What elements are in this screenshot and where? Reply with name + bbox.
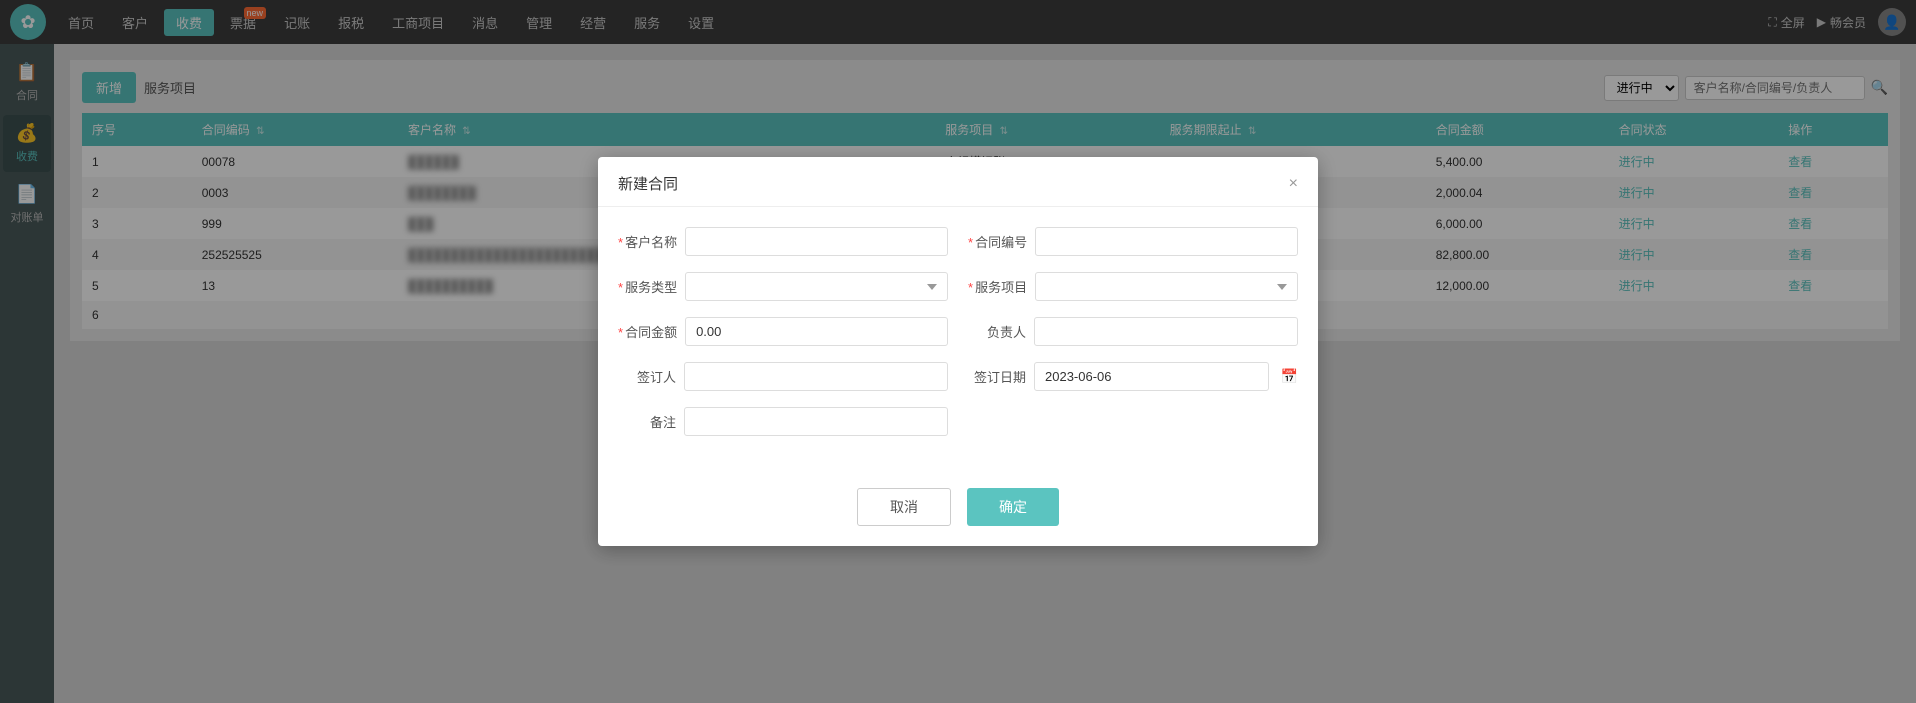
- form-row-4: 签订人 签订日期 📅: [618, 362, 1298, 391]
- required-star-5: *: [618, 325, 623, 340]
- cancel-button[interactable]: 取消: [857, 488, 951, 526]
- form-group-sign-date: 签订日期 📅: [968, 362, 1298, 391]
- contract-no-input[interactable]: [1035, 227, 1298, 256]
- form-row-3: *合同金额 负责人: [618, 317, 1298, 346]
- calendar-icon[interactable]: 📅: [1281, 368, 1298, 385]
- form-group-service-type: *服务类型: [618, 272, 948, 301]
- signer-input[interactable]: [684, 362, 948, 391]
- contract-no-label: *合同编号: [968, 232, 1027, 251]
- modal-body: *客户名称 *合同编号 *服务类型: [598, 207, 1318, 472]
- required-star-1: *: [618, 235, 623, 250]
- modal-dialog: 新建合同 × *客户名称 *合同编号: [598, 157, 1318, 546]
- service-type-select[interactable]: [685, 272, 948, 301]
- form-group-customer: *客户名称: [618, 227, 948, 256]
- signer-label: 签订人: [618, 367, 676, 386]
- form-row-5: 备注: [618, 407, 1298, 436]
- note-input[interactable]: [684, 407, 948, 436]
- modal-title: 新建合同: [618, 173, 678, 194]
- form-row-1: *客户名称 *合同编号: [618, 227, 1298, 256]
- contract-amount-label: *合同金额: [618, 322, 677, 341]
- form-group-service-item: *服务项目: [968, 272, 1298, 301]
- modal-header: 新建合同 ×: [598, 157, 1318, 207]
- form-group-note: 备注: [618, 407, 948, 436]
- required-star-3: *: [618, 280, 623, 295]
- service-item-label: *服务项目: [968, 277, 1027, 296]
- form-group-contract-no: *合同编号: [968, 227, 1298, 256]
- modal-overlay[interactable]: 新建合同 × *客户名称 *合同编号: [0, 0, 1916, 703]
- form-group-signer: 签订人: [618, 362, 948, 391]
- sign-date-input[interactable]: [1034, 362, 1269, 391]
- required-star-4: *: [968, 280, 973, 295]
- form-row-2: *服务类型 *服务项目: [618, 272, 1298, 301]
- form-group-assignee: 负责人: [968, 317, 1298, 346]
- form-group-amount: *合同金额: [618, 317, 948, 346]
- customer-name-label: *客户名称: [618, 232, 677, 251]
- note-label: 备注: [618, 412, 676, 431]
- assignee-label: 负责人: [968, 322, 1026, 341]
- sign-date-label: 签订日期: [968, 367, 1026, 386]
- customer-name-input[interactable]: [685, 227, 948, 256]
- contract-amount-input[interactable]: [685, 317, 948, 346]
- service-type-label: *服务类型: [618, 277, 677, 296]
- assignee-input[interactable]: [1034, 317, 1298, 346]
- confirm-button[interactable]: 确定: [967, 488, 1059, 526]
- modal-close-button[interactable]: ×: [1289, 175, 1298, 193]
- service-item-select[interactable]: [1035, 272, 1298, 301]
- required-star-2: *: [968, 235, 973, 250]
- modal-footer: 取消 确定: [598, 472, 1318, 546]
